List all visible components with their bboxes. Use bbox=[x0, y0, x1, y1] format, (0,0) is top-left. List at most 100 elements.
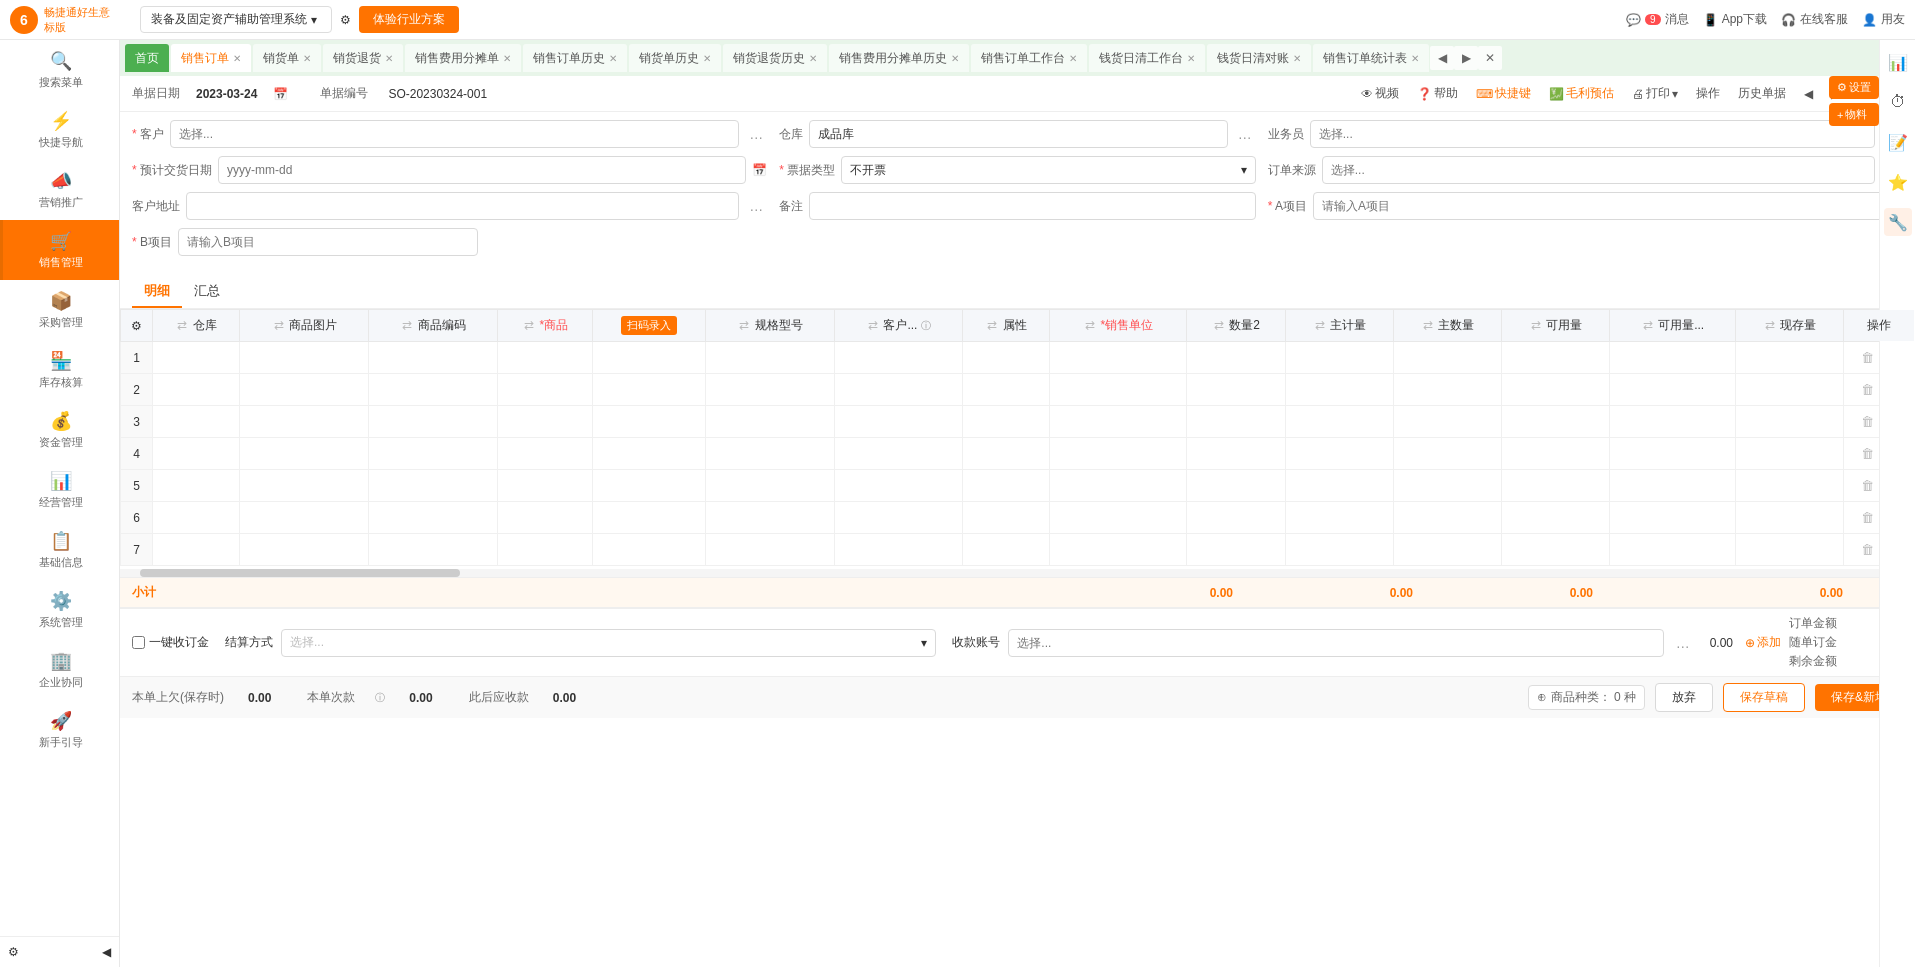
sidebar-item-quick-nav[interactable]: ⚡ 快捷导航 bbox=[0, 100, 119, 160]
row-qty2[interactable] bbox=[1187, 438, 1286, 470]
delivery-input[interactable] bbox=[218, 156, 746, 184]
tab-cash-reconcile[interactable]: 钱货日清对账 ✕ bbox=[1207, 44, 1311, 72]
row-product-image[interactable] bbox=[240, 406, 369, 438]
row-unit[interactable] bbox=[1050, 534, 1187, 566]
col-drag-main-unit[interactable]: ⇄ bbox=[1315, 318, 1325, 332]
sidebar-item-enterprise[interactable]: 🏢 企业协同 bbox=[0, 640, 119, 700]
customer-dots[interactable]: … bbox=[745, 126, 767, 142]
salesman-input[interactable] bbox=[1310, 120, 1875, 148]
payment-method-select[interactable]: 选择... ▾ bbox=[281, 629, 936, 657]
row-main-qty[interactable] bbox=[1394, 342, 1502, 374]
tab-close-sales-order-history[interactable]: ✕ bbox=[609, 53, 617, 64]
row-customer-code[interactable] bbox=[835, 470, 963, 502]
row-stock[interactable] bbox=[1735, 374, 1843, 406]
row-product-code[interactable] bbox=[369, 438, 498, 470]
row-attribute[interactable] bbox=[962, 470, 1049, 502]
sidebar-item-guide[interactable]: 🚀 新手引导 bbox=[0, 700, 119, 760]
print-btn[interactable]: 🖨 打印 ▾ bbox=[1626, 82, 1684, 105]
col-drag-main-qty[interactable]: ⇄ bbox=[1423, 318, 1433, 332]
shortcuts-btn[interactable]: ⌨ 快捷键 bbox=[1470, 82, 1537, 105]
row-delete-icon[interactable]: 🗑 bbox=[1859, 381, 1877, 399]
row-main-qty[interactable] bbox=[1394, 502, 1502, 534]
settings-table-icon[interactable]: ⚙ bbox=[131, 319, 142, 333]
row-warehouse[interactable] bbox=[153, 470, 240, 502]
gear-settings-icon[interactable]: ⚙ bbox=[340, 13, 351, 27]
col-drag-available[interactable]: ⇄ bbox=[1531, 318, 1541, 332]
row-product[interactable] bbox=[498, 342, 593, 374]
row-customer-code[interactable] bbox=[835, 502, 963, 534]
message-button[interactable]: 💬 9 消息 bbox=[1626, 11, 1689, 28]
tab-close-cash-daily[interactable]: ✕ bbox=[1187, 53, 1195, 64]
customer-input[interactable] bbox=[170, 120, 739, 148]
sidebar-item-sales[interactable]: 🛒 销售管理 bbox=[0, 220, 119, 280]
order-source-input[interactable] bbox=[1322, 156, 1875, 184]
one-click-input[interactable] bbox=[132, 636, 145, 649]
col-drag-product[interactable]: ⇄ bbox=[524, 318, 534, 332]
row-attribute[interactable] bbox=[962, 438, 1049, 470]
row-product[interactable] bbox=[498, 470, 593, 502]
tab-close-sales-fee[interactable]: ✕ bbox=[503, 53, 511, 64]
tab-summary[interactable]: 汇总 bbox=[182, 276, 232, 308]
right-panel-tool-icon[interactable]: 🔧 bbox=[1884, 208, 1912, 236]
col-drag-available2[interactable]: ⇄ bbox=[1643, 318, 1653, 332]
view-btn[interactable]: 👁 视频 bbox=[1355, 82, 1405, 105]
row-unit[interactable] bbox=[1050, 406, 1187, 438]
row-attribute[interactable] bbox=[962, 374, 1049, 406]
discard-button[interactable]: 放弃 bbox=[1655, 683, 1713, 712]
row-main-unit[interactable] bbox=[1285, 438, 1393, 470]
calendar-icon[interactable]: 📅 bbox=[273, 87, 288, 101]
tab-close-sales-return-history[interactable]: ✕ bbox=[703, 53, 711, 64]
col-drag-unit[interactable]: ⇄ bbox=[1085, 318, 1095, 332]
row-delete-icon[interactable]: 🗑 bbox=[1859, 509, 1877, 527]
tab-sales-fee[interactable]: 销售费用分摊单 ✕ bbox=[405, 44, 521, 72]
row-available2[interactable] bbox=[1610, 438, 1735, 470]
row-product[interactable] bbox=[498, 406, 593, 438]
right-panel-note-icon[interactable]: 📝 bbox=[1884, 128, 1912, 156]
row-spec[interactable] bbox=[706, 374, 835, 406]
tab-sales-return[interactable]: 销货单 ✕ bbox=[253, 44, 321, 72]
row-attribute[interactable] bbox=[962, 502, 1049, 534]
tab-close-sales-workbench[interactable]: ✕ bbox=[1069, 53, 1077, 64]
settings-bottom-icon[interactable]: ⚙ bbox=[8, 945, 19, 959]
row-product-code[interactable] bbox=[369, 534, 498, 566]
row-product-code[interactable] bbox=[369, 374, 498, 406]
invoice-select[interactable]: 不开票 ▾ bbox=[841, 156, 1255, 184]
one-click-checkbox[interactable]: 一键收订金 bbox=[132, 634, 209, 651]
row-available2[interactable] bbox=[1610, 342, 1735, 374]
row-main-qty[interactable] bbox=[1394, 438, 1502, 470]
row-spec[interactable] bbox=[706, 470, 835, 502]
row-product-image[interactable] bbox=[240, 374, 369, 406]
th-settings[interactable]: ⚙ bbox=[121, 310, 153, 342]
add-payment-btn[interactable]: ⊕ 添加 bbox=[1745, 634, 1781, 651]
scan-button[interactable]: 扫码录入 bbox=[621, 316, 677, 335]
row-product[interactable] bbox=[498, 534, 593, 566]
row-scan[interactable] bbox=[593, 534, 706, 566]
row-spec[interactable] bbox=[706, 502, 835, 534]
col-drag-attribute[interactable]: ⇄ bbox=[987, 318, 997, 332]
right-panel-chart-icon[interactable]: 📊 bbox=[1884, 48, 1912, 76]
row-available[interactable] bbox=[1502, 534, 1610, 566]
tab-close-cash-reconcile[interactable]: ✕ bbox=[1293, 53, 1301, 64]
row-product-code[interactable] bbox=[369, 342, 498, 374]
row-product-image[interactable] bbox=[240, 534, 369, 566]
row-available2[interactable] bbox=[1610, 406, 1735, 438]
collapse-icon[interactable]: ◀ bbox=[102, 945, 111, 959]
row-attribute[interactable] bbox=[962, 534, 1049, 566]
warehouse-dots[interactable]: … bbox=[1234, 126, 1256, 142]
row-delete-icon[interactable]: 🗑 bbox=[1859, 541, 1877, 559]
row-product-image[interactable] bbox=[240, 342, 369, 374]
row-warehouse[interactable] bbox=[153, 374, 240, 406]
row-product[interactable] bbox=[498, 374, 593, 406]
tab-close-sales-summary[interactable]: ✕ bbox=[1411, 53, 1419, 64]
row-available2[interactable] bbox=[1610, 502, 1735, 534]
sidebar-item-purchase[interactable]: 📦 采购管理 bbox=[0, 280, 119, 340]
row-delete-icon[interactable]: 🗑 bbox=[1859, 477, 1877, 495]
row-qty2[interactable] bbox=[1187, 470, 1286, 502]
solution-button[interactable]: 体验行业方案 bbox=[359, 6, 459, 33]
user-button[interactable]: 👤 用友 bbox=[1862, 11, 1905, 28]
row-main-qty[interactable] bbox=[1394, 374, 1502, 406]
sidebar-item-operations[interactable]: 📊 经营管理 bbox=[0, 460, 119, 520]
row-unit[interactable] bbox=[1050, 374, 1187, 406]
row-scan[interactable] bbox=[593, 438, 706, 470]
a-project-input[interactable] bbox=[1313, 192, 1903, 220]
